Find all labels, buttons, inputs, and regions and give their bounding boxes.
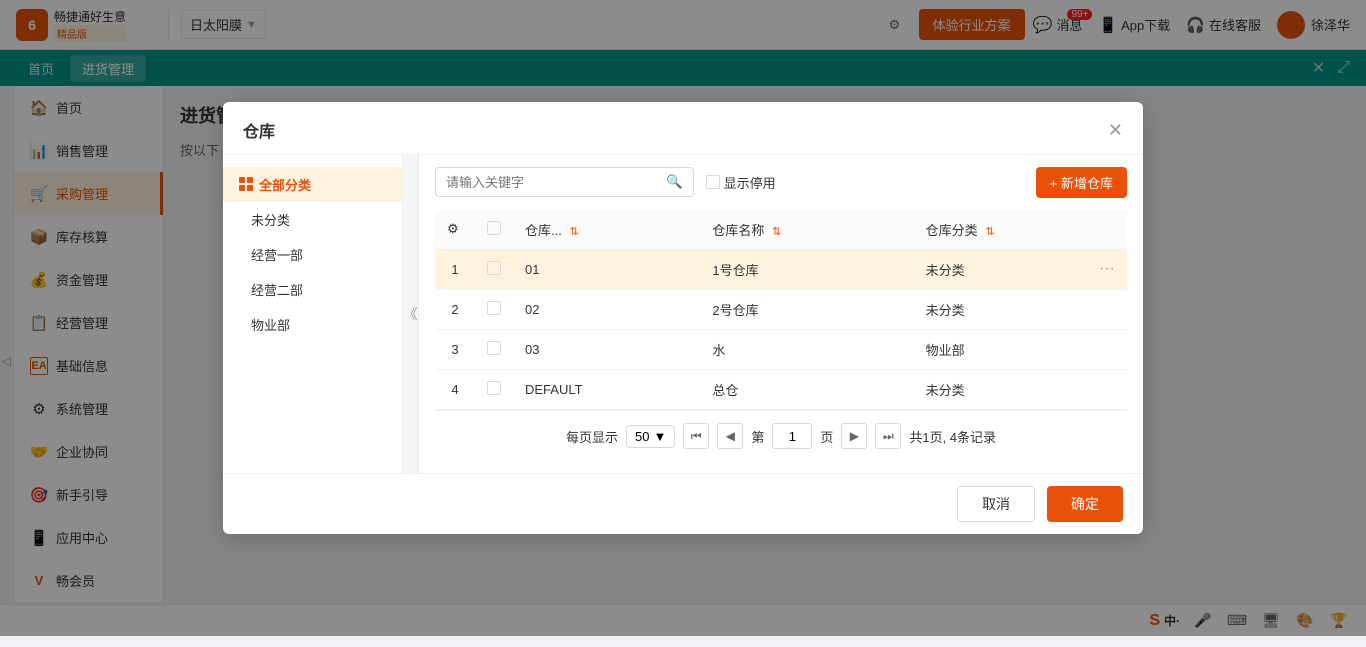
pagination: 每页显示 50 ▼ ⏮ ◀ 第 页 ▶ ⏭ 共1页, 4条记录 [435,410,1127,461]
search-row: 🔍 显示停用 + 新增仓库 [435,167,1127,198]
row-checkbox[interactable] [487,261,501,275]
cell-code: DEFAULT [513,370,700,410]
search-box: 🔍 [435,167,694,197]
table-header-row: ⚙ 仓库... ⇅ 仓库名称 ⇅ [435,210,1127,250]
warehouse-list-panel: 🔍 显示停用 + 新增仓库 ⚙ [419,155,1143,474]
dialog-body: 全部分类 未分类 经营一部 经营二部 物业部 《 🔍 [223,155,1143,474]
category-item-dept2[interactable]: 经营二部 [223,272,402,307]
show-disabled-toggle[interactable]: 显示停用 [706,173,776,192]
page-word: 第 [751,427,764,446]
dialog-footer: 取消 确定 [223,473,1143,534]
add-warehouse-btn[interactable]: + 新增仓库 [1036,167,1127,198]
confirm-btn[interactable]: 确定 [1047,486,1123,522]
th-check[interactable] [475,210,513,250]
category-item-property[interactable]: 物业部 [223,307,402,342]
panel-collapse-btn[interactable]: 《 [403,155,419,474]
cell-name: 水 [700,330,913,370]
category-panel: 全部分类 未分类 经营一部 经营二部 物业部 [223,155,403,474]
row-checkbox[interactable] [487,381,501,395]
cell-seq: 2 [435,290,475,330]
cell-check[interactable] [475,370,513,410]
warehouse-table: ⚙ 仓库... ⇅ 仓库名称 ⇅ [435,210,1127,411]
cell-seq: 1 [435,249,475,290]
table-row[interactable]: 3 03 水 物业部 [435,330,1127,370]
category-all[interactable]: 全部分类 [223,167,402,202]
search-btn[interactable]: 🔍 [656,168,693,196]
page-info: 共1页, 4条记录 [909,427,996,446]
row-checkbox[interactable] [487,301,501,315]
page-last-btn[interactable]: ⏭ [875,423,901,449]
show-disabled-checkbox[interactable] [706,175,720,189]
category-grid-icon [239,177,253,191]
cell-check[interactable] [475,330,513,370]
cell-seq: 3 [435,330,475,370]
per-page-label: 每页显示 [566,427,618,446]
page-unit: 页 [820,427,833,446]
row-actions[interactable]: ··· [1099,260,1115,278]
cell-name: 2号仓库 [700,290,913,330]
sort-code-icon: ⇅ [569,226,578,238]
cell-code: 02 [513,290,700,330]
category-item-unclassified[interactable]: 未分类 [223,202,402,237]
page-next-btn[interactable]: ▶ [841,423,867,449]
table-row[interactable]: 1 01 1号仓库 未分类 ··· [435,249,1127,290]
th-code[interactable]: 仓库... ⇅ [513,210,700,250]
table-row[interactable]: 2 02 2号仓库 未分类 [435,290,1127,330]
row-checkbox[interactable] [487,341,501,355]
modal-overlay: 仓库 ✕ 全部分类 未分类 [0,0,1366,636]
page-number-input[interactable] [772,423,812,449]
per-page-select[interactable]: 50 ▼ [626,425,675,448]
warehouse-dialog: 仓库 ✕ 全部分类 未分类 [223,102,1143,535]
category-item-dept1[interactable]: 经营一部 [223,237,402,272]
cell-code: 01 [513,249,700,290]
page-first-btn[interactable]: ⏮ [683,423,709,449]
cell-category: 未分类 ··· [914,250,1127,290]
search-input[interactable] [436,169,656,196]
table-row[interactable]: 4 DEFAULT 总仓 未分类 [435,370,1127,410]
cell-category: 未分类 [914,370,1127,410]
th-category[interactable]: 仓库分类 ⇅ [914,210,1127,250]
warehouse-table-wrapper: ⚙ 仓库... ⇅ 仓库名称 ⇅ [435,210,1127,411]
cell-name: 总仓 [700,370,913,410]
page-prev-btn[interactable]: ◀ [717,423,743,449]
sort-category-icon: ⇅ [985,226,994,238]
cell-name: 1号仓库 [700,249,913,290]
th-name[interactable]: 仓库名称 ⇅ [700,210,913,250]
cell-seq: 4 [435,370,475,410]
cancel-btn[interactable]: 取消 [957,486,1035,522]
dialog-header: 仓库 ✕ [223,102,1143,155]
cell-category: 未分类 [914,290,1127,330]
select-all-checkbox[interactable] [487,221,501,235]
sort-name-icon: ⇅ [772,226,781,238]
cell-check[interactable] [475,290,513,330]
dialog-title: 仓库 [243,118,275,142]
cell-code: 03 [513,330,700,370]
th-gear[interactable]: ⚙ [435,210,475,250]
dialog-close-btn[interactable]: ✕ [1108,121,1123,139]
cell-check[interactable] [475,249,513,290]
cell-category: 物业部 [914,330,1127,370]
